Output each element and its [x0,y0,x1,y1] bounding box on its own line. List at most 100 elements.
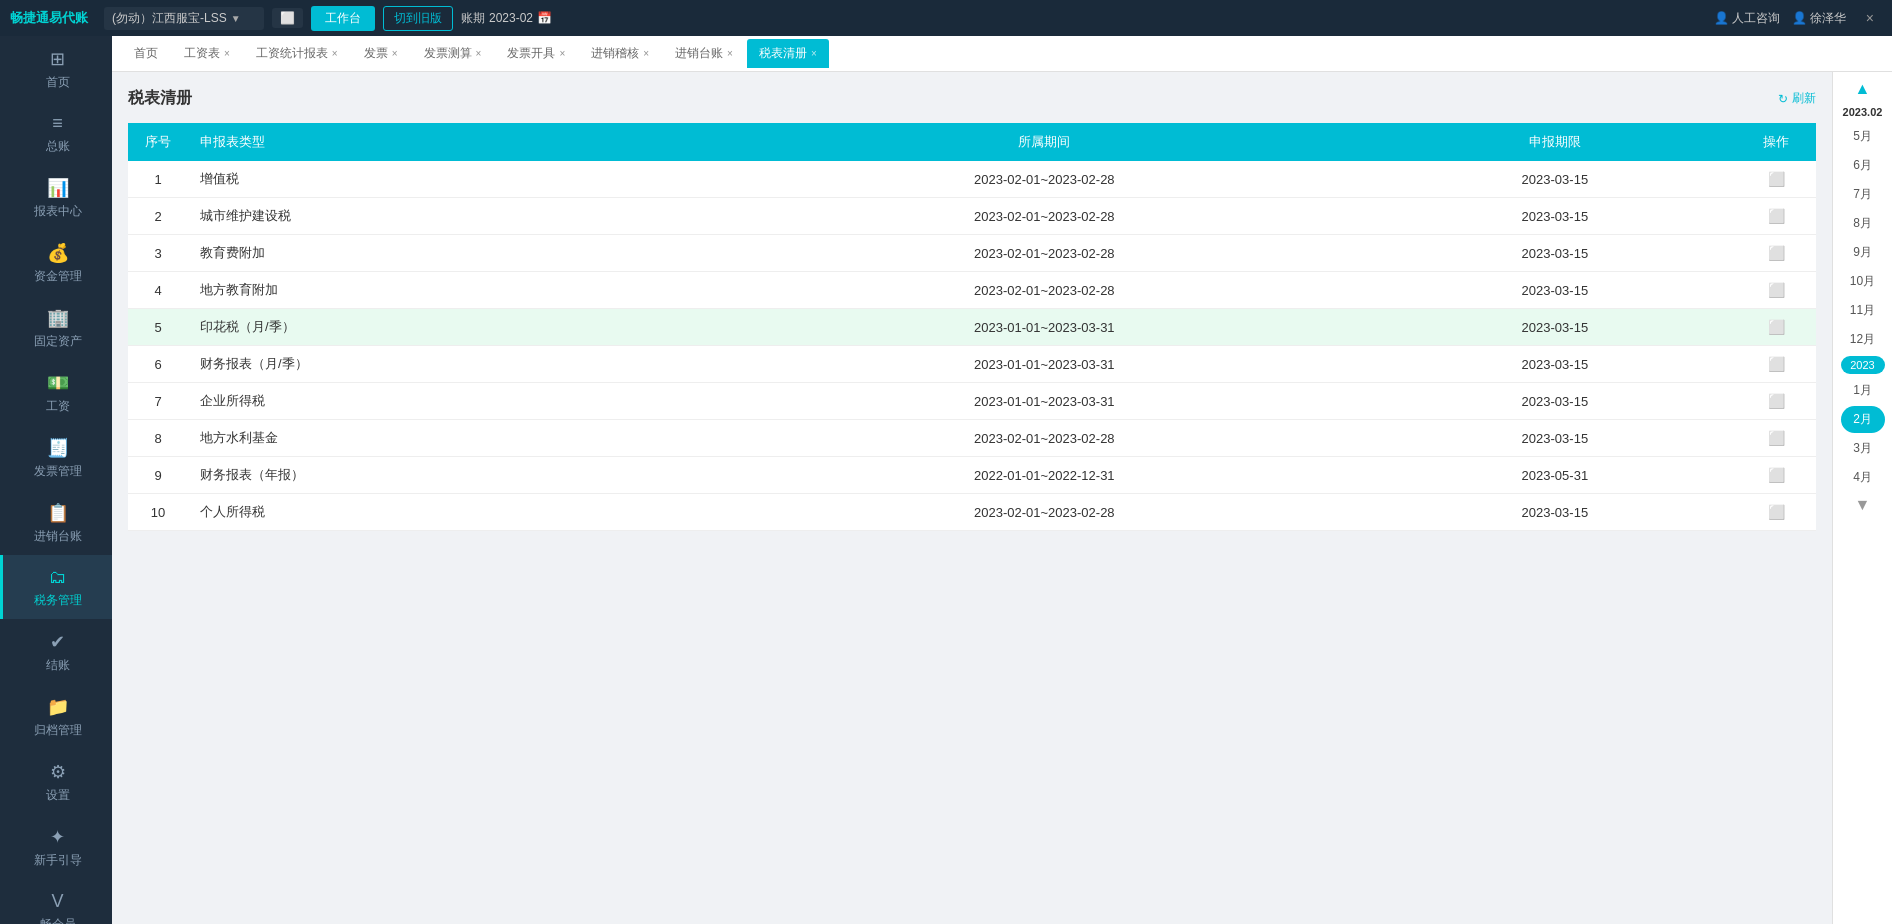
tab-invoice-calc[interactable]: 发票测算 × [412,39,494,68]
cell-type: 地方水利基金 [188,420,715,457]
month-jul[interactable]: 7月 [1841,181,1885,208]
table-row: 10 个人所得税 2023-02-01~2023-02-28 2023-03-1… [128,494,1816,531]
sidebar-item-vip[interactable]: V 畅会员 [0,879,112,924]
sidebar-item-fund-mgmt[interactable]: 💰 资金管理 [0,230,112,295]
period-value[interactable]: 2023-02 [489,11,533,25]
topbar-close-button[interactable]: × [1858,6,1882,30]
sidebar-item-archive-mgmt[interactable]: 📁 归档管理 [0,684,112,749]
month-apr[interactable]: 4月 [1841,464,1885,491]
tab-invoice-open[interactable]: 发票开具 × [495,39,577,68]
company-selector[interactable]: (勿动）江西服宝-LSS ▼ [104,7,264,30]
action-icon[interactable]: ⬜ [1768,319,1785,335]
tab-payroll-stats[interactable]: 工资统计报表 × [244,39,350,68]
cell-period: 2023-01-01~2023-03-31 [715,383,1374,420]
cell-seq: 9 [128,457,188,494]
col-type: 申报表类型 [188,123,715,161]
cell-type: 城市维护建设税 [188,198,715,235]
month-jun[interactable]: 6月 [1841,152,1885,179]
page-title: 税表清册 [128,88,192,109]
action-icon[interactable]: ⬜ [1768,245,1785,261]
content-area: 首页 工资表 × 工资统计报表 × 发票 × 发票测算 × 发票开具 × [112,36,1892,924]
sidebar: ⊞ 首页 ≡ 总账 📊 报表中心 💰 资金管理 🏢 固定资产 💵 工资 🧾 发票… [0,36,112,924]
action-icon[interactable]: ⬜ [1768,282,1785,298]
app-logo: 畅捷通易代账 [10,9,88,27]
refresh-icon: ↻ [1778,92,1788,106]
sidebar-item-home[interactable]: ⊞ 首页 [0,36,112,101]
month-aug[interactable]: 8月 [1841,210,1885,237]
cell-type: 地方教育附加 [188,272,715,309]
sidebar-item-new-guide[interactable]: ✦ 新手引导 [0,814,112,879]
sidebar-item-purchase-sales[interactable]: 📋 进销台账 [0,490,112,555]
month-jan[interactable]: 1月 [1841,377,1885,404]
sidebar-label-purchase: 进销台账 [34,528,82,545]
action-icon[interactable]: ⬜ [1768,171,1785,187]
cell-deadline: 2023-03-15 [1374,383,1736,420]
cell-seq: 4 [128,272,188,309]
sidebar-label-ledger: 总账 [46,138,70,155]
table-row: 4 地方教育附加 2023-02-01~2023-02-28 2023-03-1… [128,272,1816,309]
tab-purchase-ledger-close[interactable]: × [727,48,733,59]
tab-payroll-stats-close[interactable]: × [332,48,338,59]
cell-period: 2023-01-01~2023-03-31 [715,346,1374,383]
sidebar-item-general-ledger[interactable]: ≡ 总账 [0,101,112,165]
action-icon[interactable]: ⬜ [1768,393,1785,409]
sidebar-item-report-center[interactable]: 📊 报表中心 [0,165,112,230]
cell-deadline: 2023-03-15 [1374,346,1736,383]
refresh-button[interactable]: ↻ 刷新 [1778,90,1816,107]
user-name-label: 徐泽华 [1810,10,1846,27]
calendar-icon[interactable]: 📅 [537,11,552,25]
month-nov[interactable]: 11月 [1841,297,1885,324]
ai-consult-label: 人工咨询 [1732,10,1780,27]
action-icon[interactable]: ⬜ [1768,356,1785,372]
sidebar-label-invoice: 发票管理 [34,463,82,480]
panel-header: 2023.02 [1841,102,1885,122]
tab-purchase-ledger[interactable]: 进销台账 × [663,39,745,68]
tab-home[interactable]: 首页 [122,39,170,68]
month-dec[interactable]: 12月 [1841,326,1885,353]
tab-payroll-table[interactable]: 工资表 × [172,39,242,68]
sidebar-label-home: 首页 [46,74,70,91]
tab-invoice-calc-close[interactable]: × [476,48,482,59]
cell-seq: 8 [128,420,188,457]
month-may[interactable]: 5月 [1841,123,1885,150]
ai-consult-btn[interactable]: 👤 人工咨询 [1714,10,1780,27]
cell-seq: 10 [128,494,188,531]
panel-scroll-down[interactable]: ▼ [1851,492,1875,518]
tab-purchase-check-close[interactable]: × [643,48,649,59]
tab-tax-register[interactable]: 税表清册 × [747,39,829,68]
sidebar-item-settings[interactable]: ⚙ 设置 [0,749,112,814]
action-icon[interactable]: ⬜ [1768,467,1785,483]
action-icon[interactable]: ⬜ [1768,208,1785,224]
switch-old-button[interactable]: 切到旧版 [383,6,453,31]
tab-payroll-table-close[interactable]: × [224,48,230,59]
tab-invoice-label: 发票 [364,45,388,62]
workspace-button[interactable]: 工作台 [311,6,375,31]
closing-icon: ✔ [50,631,65,653]
tab-tax-register-close[interactable]: × [811,48,817,59]
cell-type: 个人所得税 [188,494,715,531]
action-icon[interactable]: ⬜ [1768,430,1785,446]
tab-purchase-check[interactable]: 进销稽核 × [579,39,661,68]
month-oct[interactable]: 10月 [1841,268,1885,295]
col-deadline: 申报期限 [1374,123,1736,161]
tab-invoice[interactable]: 发票 × [352,39,410,68]
table-row: 6 财务报表（月/季） 2023-01-01~2023-03-31 2023-0… [128,346,1816,383]
home-icon: ⊞ [50,48,65,70]
panel-scroll-up[interactable]: ▲ [1851,76,1875,102]
sidebar-item-fixed-assets[interactable]: 🏢 固定资产 [0,295,112,360]
month-feb[interactable]: 2月 [1841,406,1885,433]
month-mar[interactable]: 3月 [1841,435,1885,462]
sidebar-item-payroll[interactable]: 💵 工资 [0,360,112,425]
sidebar-item-closing[interactable]: ✔ 结账 [0,619,112,684]
col-seq: 序号 [128,123,188,161]
action-icon[interactable]: ⬜ [1768,504,1785,520]
cell-action: ⬜ [1736,272,1816,309]
sidebar-item-invoice-mgmt[interactable]: 🧾 发票管理 [0,425,112,490]
tab-invoice-open-close[interactable]: × [559,48,565,59]
main-layout: ⊞ 首页 ≡ 总账 📊 报表中心 💰 资金管理 🏢 固定资产 💵 工资 🧾 发票… [0,36,1892,924]
sidebar-item-tax-mgmt[interactable]: 🗂 税务管理 [0,555,112,619]
tab-invoice-close[interactable]: × [392,48,398,59]
user-profile-btn[interactable]: 👤 徐泽华 [1792,10,1846,27]
copy-icon-btn[interactable]: ⬜ [272,8,303,28]
month-sep[interactable]: 9月 [1841,239,1885,266]
